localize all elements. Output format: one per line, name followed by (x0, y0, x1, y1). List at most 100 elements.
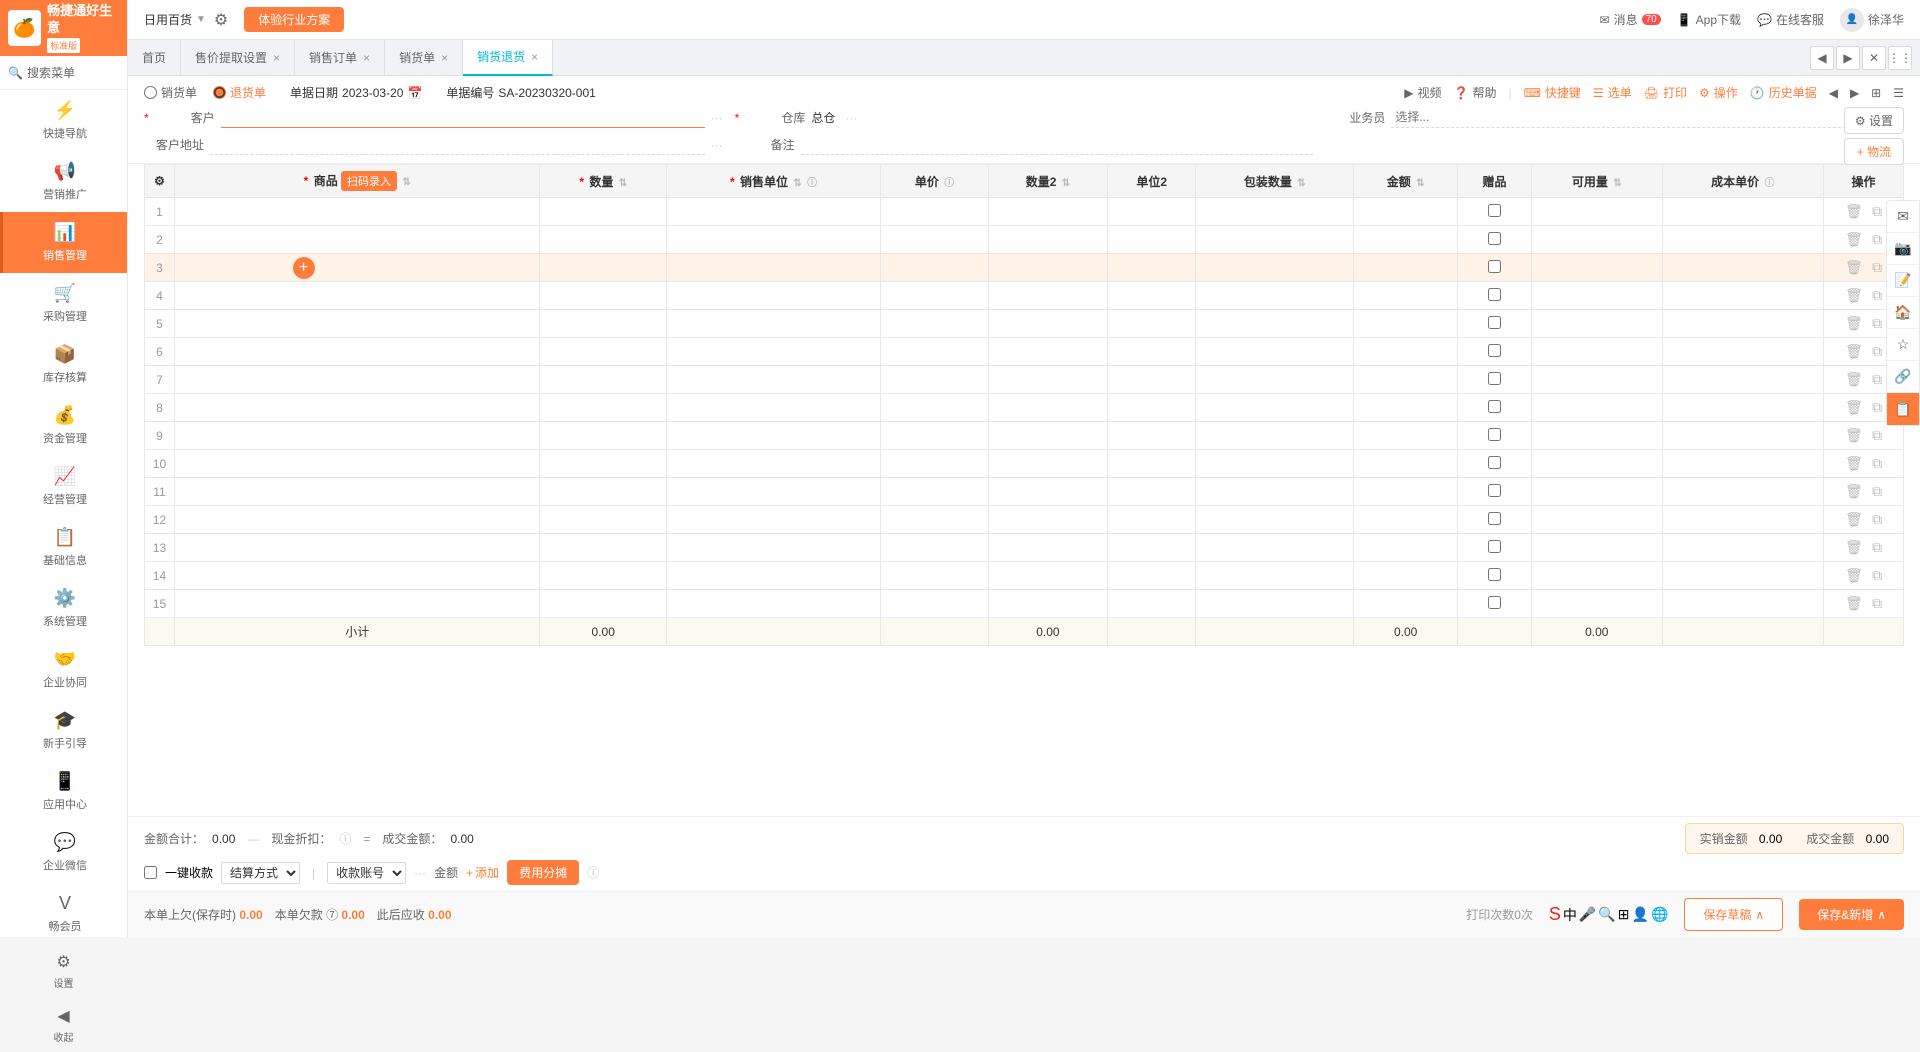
toolbar-shortcuts-btn[interactable]: ⌨ 快捷键 (1524, 84, 1581, 101)
float-star-btn[interactable]: ☆ (1887, 329, 1919, 361)
customer-dots[interactable]: ··· (711, 111, 723, 125)
toolbar-prev-btn[interactable]: ◀ (1829, 86, 1838, 100)
unit-cell[interactable] (666, 450, 880, 478)
row-copy-btn[interactable]: ⧉ (1869, 399, 1885, 416)
unit2-cell[interactable] (1107, 590, 1195, 618)
toolbar-operations-btn[interactable]: ⚙ 操作 (1699, 84, 1738, 101)
packqty-cell[interactable] (1196, 254, 1354, 282)
packqty-cell[interactable] (1196, 478, 1354, 506)
amount-cell[interactable] (1354, 450, 1458, 478)
costprice-cell[interactable] (1662, 366, 1823, 394)
addr-dots[interactable]: ··· (711, 138, 723, 152)
tab-close-all-btn[interactable]: ✕ (1862, 46, 1886, 70)
sidebar-item-system[interactable]: ⚙️ 系统管理 (0, 578, 127, 639)
available-cell[interactable] (1531, 254, 1662, 282)
toolbar-print-btn[interactable]: 🖨 打印 (1644, 84, 1687, 101)
quantity2-cell[interactable] (988, 590, 1107, 618)
row-delete-btn[interactable]: 🗑 (1842, 399, 1866, 416)
sidebar-item-sales[interactable]: 📊 销售管理 (0, 212, 127, 273)
remark-input[interactable] (801, 134, 1314, 155)
price-cell[interactable] (881, 562, 989, 590)
price-cell[interactable] (881, 366, 989, 394)
settings-small-btn[interactable]: ⚙ 设置 (1844, 107, 1904, 134)
float-note-btn[interactable]: 📝 (1887, 265, 1919, 297)
packqty-cell[interactable] (1196, 226, 1354, 254)
available-cell[interactable] (1531, 226, 1662, 254)
product-cell[interactable] (175, 338, 540, 366)
bottom-icon-2[interactable]: 🎤 (1579, 906, 1596, 923)
float-clipboard-btn[interactable]: 📋 (1887, 393, 1919, 425)
costprice-cell[interactable] (1662, 310, 1823, 338)
product-cell[interactable] (175, 366, 540, 394)
quantity2-cell[interactable] (988, 478, 1107, 506)
quantity2-cell[interactable] (988, 198, 1107, 226)
amount-cell[interactable] (1354, 590, 1458, 618)
sidebar-item-finance[interactable]: 💰 资金管理 (0, 395, 127, 456)
costprice-cell[interactable] (1662, 562, 1823, 590)
price-cell[interactable] (881, 478, 989, 506)
th-amount-sort-icon[interactable]: ⇅ (1416, 178, 1424, 189)
amount-cell[interactable] (1354, 366, 1458, 394)
toolbar-help-btn[interactable]: ❓ 帮助 (1453, 84, 1496, 101)
calc-method-select[interactable]: 结算方式 (221, 862, 300, 884)
save-draft-button[interactable]: 保存草稿 ∧ (1684, 898, 1783, 931)
amount-cell[interactable] (1354, 226, 1458, 254)
available-cell[interactable] (1531, 310, 1662, 338)
amount-cell[interactable] (1354, 198, 1458, 226)
gift-checkbox[interactable] (1488, 232, 1501, 245)
unit2-cell[interactable] (1107, 254, 1195, 282)
unit2-cell[interactable] (1107, 450, 1195, 478)
tab-sales-return[interactable]: 销货退货 × (463, 40, 553, 76)
radio-return[interactable]: 退货单 (213, 84, 266, 101)
quantity-cell[interactable] (540, 310, 667, 338)
th-price-info-icon[interactable]: ⓘ (944, 178, 954, 189)
row-copy-btn[interactable]: ⧉ (1869, 343, 1885, 360)
available-cell[interactable] (1531, 338, 1662, 366)
available-cell[interactable] (1531, 282, 1662, 310)
product-cell[interactable] (175, 562, 540, 590)
tab-sales-delivery-close[interactable]: × (441, 51, 448, 65)
gift-checkbox[interactable] (1488, 596, 1501, 609)
unit2-cell[interactable] (1107, 394, 1195, 422)
row-copy-btn[interactable]: ⧉ (1869, 315, 1885, 332)
unit2-cell[interactable] (1107, 562, 1195, 590)
gift-checkbox[interactable] (1488, 540, 1501, 553)
float-messages-btn[interactable]: ✉ (1887, 201, 1919, 233)
row-delete-btn[interactable]: 🗑 (1842, 567, 1866, 584)
th-unit-sort-icon[interactable]: ⇅ (793, 178, 801, 189)
sidebar-item-operations[interactable]: 📈 经营管理 (0, 456, 127, 517)
th-unit-info-icon[interactable]: ⓘ (807, 178, 817, 189)
row-delete-btn[interactable]: 🗑 (1842, 259, 1866, 276)
addr-input[interactable] (210, 134, 705, 155)
gift-checkbox[interactable] (1488, 372, 1501, 385)
save-new-button[interactable]: 保存&新增 ∧ (1799, 899, 1904, 930)
amount-cell[interactable] (1354, 506, 1458, 534)
tab-home[interactable]: 首页 (128, 40, 181, 76)
add-payment-btn[interactable]: + 添加 (466, 864, 499, 881)
add-row-btn[interactable]: + (293, 257, 315, 279)
cash-discount-help-icon[interactable]: ⓘ (339, 830, 351, 847)
available-cell[interactable] (1531, 506, 1662, 534)
amount-cell[interactable] (1354, 422, 1458, 450)
row-delete-btn[interactable]: 🗑 (1842, 287, 1866, 304)
tab-sales-return-close[interactable]: × (531, 50, 538, 64)
sidebar-item-member[interactable]: V 畅会员 (0, 883, 127, 944)
row-delete-btn[interactable]: 🗑 (1842, 511, 1866, 528)
row-delete-btn[interactable]: 🗑 (1842, 455, 1866, 472)
amount-cell[interactable] (1354, 478, 1458, 506)
tab-price-set[interactable]: 售价提取设置 × (181, 40, 295, 76)
row-copy-btn[interactable]: ⧉ (1869, 455, 1885, 472)
app-download-btn[interactable]: 📱 App下载 (1677, 11, 1741, 28)
quantity-cell[interactable] (540, 562, 667, 590)
radio-sale[interactable]: 销货单 (144, 84, 197, 101)
amount-cell[interactable] (1354, 394, 1458, 422)
tab-next-btn[interactable]: ▶ (1836, 46, 1860, 70)
unit-cell[interactable] (666, 478, 880, 506)
th-costprice-info-icon[interactable]: ⓘ (1765, 178, 1775, 189)
toolbar-history-btn[interactable]: 🕐 历史单据 (1750, 84, 1817, 101)
quantity-cell[interactable] (540, 506, 667, 534)
quantity2-cell[interactable] (988, 394, 1107, 422)
toolbar-video-btn[interactable]: ▶ 视频 (1404, 84, 1441, 101)
quantity-cell[interactable] (540, 590, 667, 618)
tab-sales-order[interactable]: 销售订单 × (295, 40, 385, 76)
